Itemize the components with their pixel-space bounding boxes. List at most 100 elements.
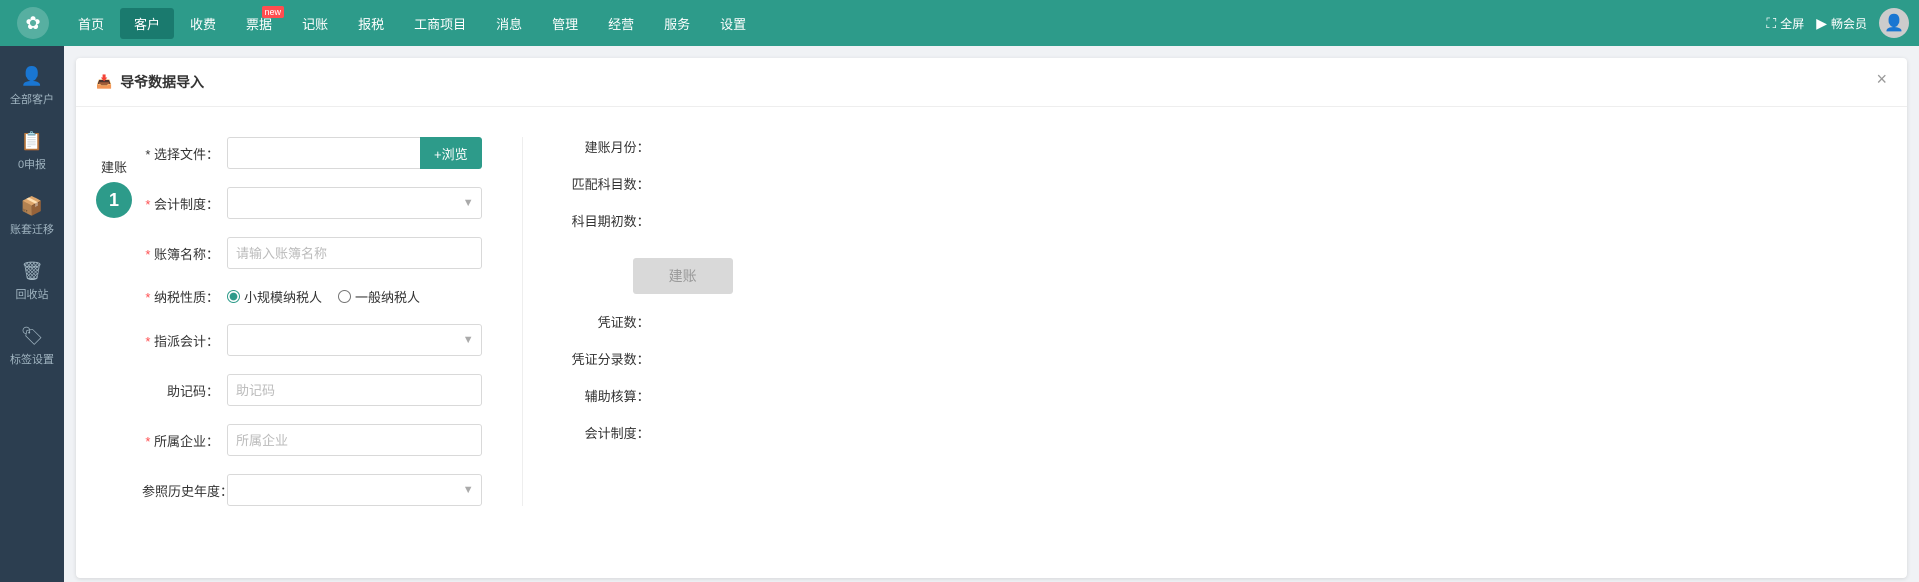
voucher-row: 凭证数： (563, 312, 803, 331)
nav-right: ⛶ 全屏 ▶ 畅会员 👤 (1766, 8, 1909, 38)
nav-item-customer[interactable]: 客户 (120, 8, 174, 39)
dialog-card: 📥 导爷数据导入 × 建账 1 (76, 58, 1907, 578)
company-input[interactable] (227, 424, 482, 456)
memo-input[interactable] (227, 374, 482, 406)
recycle-icon: 🗑 (21, 261, 44, 282)
accounting-system-select-wrapper: ▼ (227, 187, 482, 219)
sidebar-item-declare[interactable]: 📋 0申报 (0, 121, 64, 182)
aux-accounting-row: 辅助核算： (563, 386, 803, 405)
sidebar-item-label: 全部客户 (10, 91, 54, 107)
match-subject-label: 匹配科目数： (563, 174, 658, 193)
all-customers-icon: 👤 (21, 66, 43, 87)
subject-init-label: 科目期初数： (563, 211, 658, 230)
tax-small-radio[interactable] (227, 290, 240, 303)
history-year-select-wrapper: ▼ (227, 474, 482, 506)
member-button[interactable]: ▶ 畅会员 (1816, 15, 1867, 32)
nav-item-manage[interactable]: 管理 (538, 8, 592, 39)
tax-type-row: 纳税性质： 小规模纳税人 一般纳税人 (142, 287, 482, 306)
nav-item-service[interactable]: 服务 (650, 8, 704, 39)
subject-init-row: 科目期初数： (563, 211, 803, 230)
memo-label: 助记码： (142, 381, 227, 400)
nav-item-operation[interactable]: 经营 (594, 8, 648, 39)
nav-item-invoice[interactable]: 票据 new (232, 8, 286, 39)
sidebar-item-all-customers[interactable]: 👤 全部客户 (0, 56, 64, 117)
tax-small-text: 小规模纳税人 (244, 287, 322, 306)
nav-item-tax[interactable]: 报税 (344, 8, 398, 39)
assign-accountant-select[interactable] (227, 324, 482, 356)
ledger-name-input[interactable] (227, 237, 482, 269)
memo-row: 助记码： (142, 374, 482, 406)
nav-item-home[interactable]: 首页 (64, 8, 118, 39)
tag-settings-icon: 🏷 (21, 326, 44, 347)
nav-item-charge[interactable]: 收费 (176, 8, 230, 39)
build-btn-area: 建账 (563, 258, 803, 294)
voucher-entries-label: 凭证分录数： (563, 349, 658, 368)
accounting-system-label: 会计制度： (142, 194, 227, 213)
accounting-system-select[interactable] (227, 187, 482, 219)
user-avatar[interactable]: 👤 (1879, 8, 1909, 38)
main-layout: 👤 全部客户 📋 0申报 📦 账套迁移 🗑 回收站 🏷 标签设置 📥 导爷数据导… (0, 46, 1919, 582)
history-year-select[interactable] (227, 474, 482, 506)
member-label: 畅会员 (1831, 15, 1867, 32)
logo: ✿ (10, 0, 56, 46)
nav-item-settings[interactable]: 设置 (706, 8, 760, 39)
logo-icon: ✿ (25, 13, 40, 34)
history-year-row: 参照历史年度： ▼ (142, 474, 482, 506)
tax-small-label[interactable]: 小规模纳税人 (227, 287, 322, 306)
step-label: 建账 (101, 157, 127, 176)
build-button[interactable]: 建账 (633, 258, 733, 294)
form-section: * 选择文件： +浏览 会计制度： (142, 137, 482, 506)
top-nav: ✿ 首页 客户 收费 票据 new 记账 报税 工商项目 消息 管理 经营 服务… (0, 0, 1919, 46)
file-input-group: +浏览 (227, 137, 482, 169)
logo-circle: ✿ (17, 7, 49, 39)
ledger-name-row: 账簿名称： (142, 237, 482, 269)
company-row: 所属企业： (142, 424, 482, 456)
assign-accountant-row: 指派会计： ▼ (142, 324, 482, 356)
dialog-body: 建账 1 * 选择文件： +浏览 (76, 107, 1907, 536)
assign-accountant-select-wrapper: ▼ (227, 324, 482, 356)
assign-accountant-label: 指派会计： (142, 331, 227, 350)
file-row: * 选择文件： +浏览 (142, 137, 482, 169)
dialog-title-icon: 📥 (96, 74, 112, 90)
accounting-system-info-row: 会计制度： (563, 423, 803, 442)
info-panel: 建账月份： 匹配科目数： 科目期初数： 建账 (563, 137, 803, 506)
sidebar-item-recycle[interactable]: 🗑 回收站 (0, 251, 64, 312)
nav-item-message[interactable]: 消息 (482, 8, 536, 39)
match-subject-row: 匹配科目数： (563, 174, 803, 193)
nav-item-bizproject[interactable]: 工商项目 (400, 8, 480, 39)
nav-item-account[interactable]: 记账 (288, 8, 342, 39)
aux-accounting-label: 辅助核算： (563, 386, 658, 405)
step-section: 建账 1 * 选择文件： +浏览 (96, 137, 482, 506)
fullscreen-button[interactable]: ⛶ 全屏 (1766, 15, 1804, 32)
account-month-label: 建账月份： (563, 137, 658, 156)
tax-type-radio-group: 小规模纳税人 一般纳税人 (227, 287, 420, 306)
step-number: 1 (109, 190, 119, 211)
company-label: 所属企业： (142, 431, 227, 450)
tax-type-label: 纳税性质： (142, 287, 227, 306)
member-icon: ▶ (1816, 15, 1827, 32)
dialog-header: 📥 导爷数据导入 × (76, 58, 1907, 107)
account-migrate-icon: 📦 (21, 196, 43, 217)
browse-button[interactable]: +浏览 (420, 137, 482, 169)
history-year-label: 参照历史年度： (142, 481, 227, 500)
new-badge: new (262, 6, 285, 18)
file-label: * 选择文件： (142, 144, 227, 163)
accounting-system-row: 会计制度： ▼ (142, 187, 482, 219)
step-circle: 1 (96, 182, 132, 218)
sidebar: 👤 全部客户 📋 0申报 📦 账套迁移 🗑 回收站 🏷 标签设置 (0, 46, 64, 582)
nav-items: 首页 客户 收费 票据 new 记账 报税 工商项目 消息 管理 经营 服务 设… (64, 8, 1766, 39)
sidebar-item-tag-settings[interactable]: 🏷 标签设置 (0, 316, 64, 377)
account-month-row: 建账月份： (563, 137, 803, 156)
dialog-close-button[interactable]: × (1876, 70, 1887, 88)
sidebar-item-label: 标签设置 (10, 351, 54, 367)
file-input[interactable] (227, 137, 420, 169)
divider (522, 137, 523, 506)
sidebar-item-account-migrate[interactable]: 📦 账套迁移 (0, 186, 64, 247)
declare-icon: 📋 (21, 131, 43, 152)
sidebar-item-label: 0申报 (18, 156, 46, 172)
tax-general-label[interactable]: 一般纳税人 (338, 287, 420, 306)
fullscreen-icon: ⛶ (1766, 15, 1776, 32)
ledger-name-label: 账簿名称： (142, 244, 227, 263)
dialog-title: 导爷数据导入 (120, 72, 204, 92)
tax-general-radio[interactable] (338, 290, 351, 303)
